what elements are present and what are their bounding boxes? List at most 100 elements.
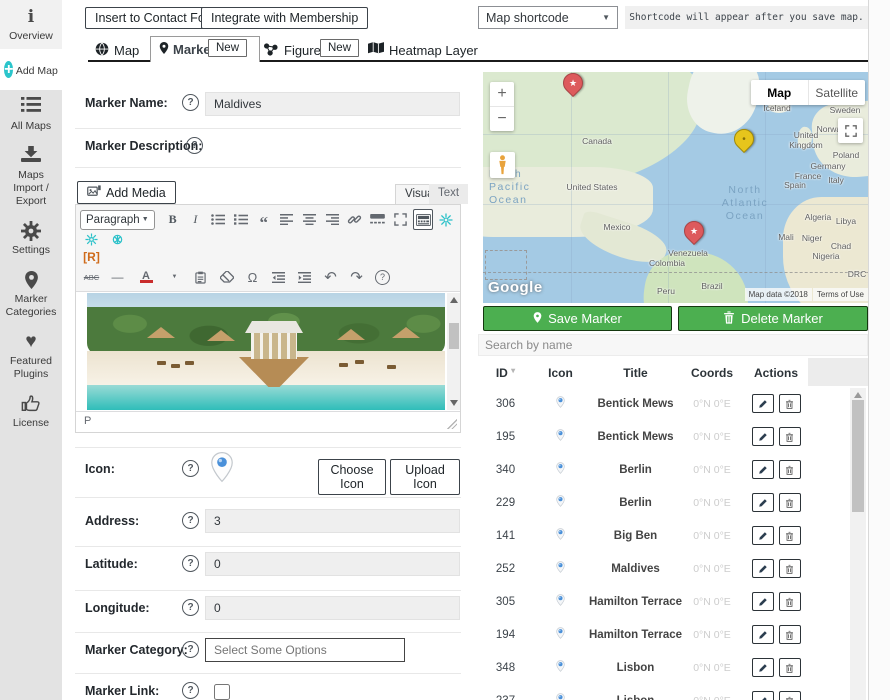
sidebar-item-add-map[interactable]: + Add Map: [0, 49, 62, 90]
more-tag-button[interactable]: [368, 209, 388, 230]
delete-marker-row-button[interactable]: [779, 427, 801, 446]
edit-marker-row-button[interactable]: [752, 559, 774, 578]
link-icon-button[interactable]: [345, 209, 365, 230]
terms-of-use-link[interactable]: Terms of Use: [813, 288, 868, 301]
sidebar-item-all-maps[interactable]: All Maps: [0, 90, 62, 139]
map-fullscreen-button[interactable]: [838, 118, 863, 143]
search-by-name-input[interactable]: [478, 334, 868, 356]
indent-button[interactable]: [293, 267, 316, 288]
delete-marker-row-button[interactable]: [779, 460, 801, 479]
italic-button[interactable]: I: [186, 209, 206, 230]
save-marker-button[interactable]: Save Marker: [483, 306, 672, 331]
marker-category-help-icon[interactable]: ?: [182, 641, 199, 658]
tab-map[interactable]: Map: [95, 42, 139, 59]
edit-marker-row-button[interactable]: [752, 493, 774, 512]
table-scrollbar[interactable]: [850, 388, 866, 700]
bold-button[interactable]: B: [163, 209, 183, 230]
delete-marker-row-button[interactable]: [779, 625, 801, 644]
plugin-shortcode-icon-3[interactable]: [106, 229, 129, 250]
align-left-button[interactable]: [277, 209, 297, 230]
map-marker-pin[interactable]: •: [730, 125, 758, 153]
add-media-button[interactable]: Add Media: [77, 181, 176, 204]
address-input[interactable]: [205, 509, 460, 533]
align-right-button[interactable]: [322, 209, 342, 230]
markers-new-button[interactable]: New: [208, 39, 247, 57]
column-header-coords[interactable]: Coords: [683, 366, 741, 380]
page-scrollbar-track[interactable]: [869, 0, 890, 700]
undo-button[interactable]: ↶: [319, 267, 342, 288]
edit-marker-row-button[interactable]: [752, 625, 774, 644]
table-scroll-up-icon[interactable]: [854, 392, 862, 398]
blockquote-button[interactable]: “: [254, 206, 274, 233]
map-marker-pin[interactable]: ★: [680, 217, 708, 245]
plugin-shortcode-icon-1[interactable]: [436, 209, 456, 230]
edit-marker-row-button[interactable]: [752, 526, 774, 545]
marker-link-help-icon[interactable]: ?: [182, 682, 199, 699]
tab-heatmap-layer[interactable]: Heatmap Layer: [368, 42, 478, 58]
horizontal-rule-button[interactable]: —: [106, 267, 129, 288]
latitude-input[interactable]: [205, 552, 460, 576]
choose-icon-button[interactable]: Choose Icon: [318, 459, 386, 495]
sidebar-item-featured-plugins[interactable]: ♥ Featured Plugins: [0, 325, 62, 387]
zoom-out-button[interactable]: −: [490, 107, 514, 131]
paragraph-format-select[interactable]: Paragraph▼: [80, 210, 155, 230]
outdent-button[interactable]: [267, 267, 290, 288]
street-view-pegman-button[interactable]: [490, 152, 515, 178]
special-character-button[interactable]: Ω: [241, 267, 264, 288]
clear-formatting-button[interactable]: [215, 267, 238, 288]
zoom-in-button[interactable]: +: [490, 82, 514, 106]
marker-link-checkbox[interactable]: [214, 684, 230, 700]
editor-resize-grip[interactable]: [447, 419, 457, 429]
address-help-icon[interactable]: ?: [182, 512, 199, 529]
delete-marker-row-button[interactable]: [779, 592, 801, 611]
bullet-list-button[interactable]: [208, 209, 228, 230]
delete-marker-row-button[interactable]: [779, 658, 801, 677]
keyboard-shortcuts-help-button[interactable]: ?: [371, 267, 394, 288]
paste-as-text-button[interactable]: [189, 267, 212, 288]
delete-marker-row-button[interactable]: [779, 394, 801, 413]
marker-category-input[interactable]: [205, 638, 405, 662]
marker-name-input[interactable]: [205, 92, 460, 116]
column-header-title[interactable]: Title: [588, 366, 683, 380]
editor-content-area[interactable]: [76, 292, 460, 412]
redo-button[interactable]: ↷: [345, 267, 368, 288]
text-color-button[interactable]: A: [132, 267, 160, 288]
edit-marker-row-button[interactable]: [752, 658, 774, 677]
column-header-icon[interactable]: Icon: [533, 366, 588, 380]
delete-marker-button[interactable]: Delete Marker: [678, 306, 868, 331]
align-center-button[interactable]: [299, 209, 319, 230]
icon-help-icon[interactable]: ?: [182, 460, 199, 477]
fullscreen-button[interactable]: [391, 209, 411, 230]
editor-scrollbar-thumb[interactable]: [449, 323, 459, 349]
sidebar-item-license[interactable]: License: [0, 387, 62, 436]
edit-marker-row-button[interactable]: [752, 460, 774, 479]
sidebar-item-marker-categories[interactable]: Marker Categories: [0, 263, 62, 325]
integrate-with-membership-button[interactable]: Integrate with Membership: [201, 7, 368, 29]
longitude-input[interactable]: [205, 596, 460, 620]
latitude-help-icon[interactable]: ?: [182, 555, 199, 572]
figures-new-button[interactable]: New: [320, 39, 359, 57]
longitude-help-icon[interactable]: ?: [182, 599, 199, 616]
marker-name-help-icon[interactable]: ?: [182, 94, 199, 111]
tab-figures[interactable]: Figures: [263, 42, 327, 59]
map-type-map-button[interactable]: Map: [751, 80, 809, 105]
numbered-list-button[interactable]: [231, 209, 251, 230]
strikethrough-button[interactable]: ABC: [80, 267, 103, 288]
editor-text-tab[interactable]: Text: [429, 184, 468, 204]
scroll-down-icon[interactable]: [450, 400, 458, 406]
delete-marker-row-button[interactable]: [779, 559, 801, 578]
edit-marker-row-button[interactable]: [752, 691, 774, 700]
toolbar-toggle-button[interactable]: [413, 209, 433, 230]
edit-marker-row-button[interactable]: [752, 394, 774, 413]
column-header-id[interactable]: ID ▾: [478, 366, 533, 380]
delete-marker-row-button[interactable]: [779, 526, 801, 545]
text-color-caret-icon[interactable]: ▼: [163, 267, 186, 288]
marker-description-help-icon[interactable]: ?: [186, 137, 203, 154]
delete-marker-row-button[interactable]: [779, 493, 801, 512]
upload-icon-button[interactable]: Upload Icon: [390, 459, 460, 495]
r-shortcode-button[interactable]: [R]: [80, 247, 103, 268]
table-scrollbar-thumb[interactable]: [852, 400, 864, 512]
edit-marker-row-button[interactable]: [752, 592, 774, 611]
edit-marker-row-button[interactable]: [752, 427, 774, 446]
sidebar-item-settings[interactable]: Settings: [0, 214, 62, 263]
